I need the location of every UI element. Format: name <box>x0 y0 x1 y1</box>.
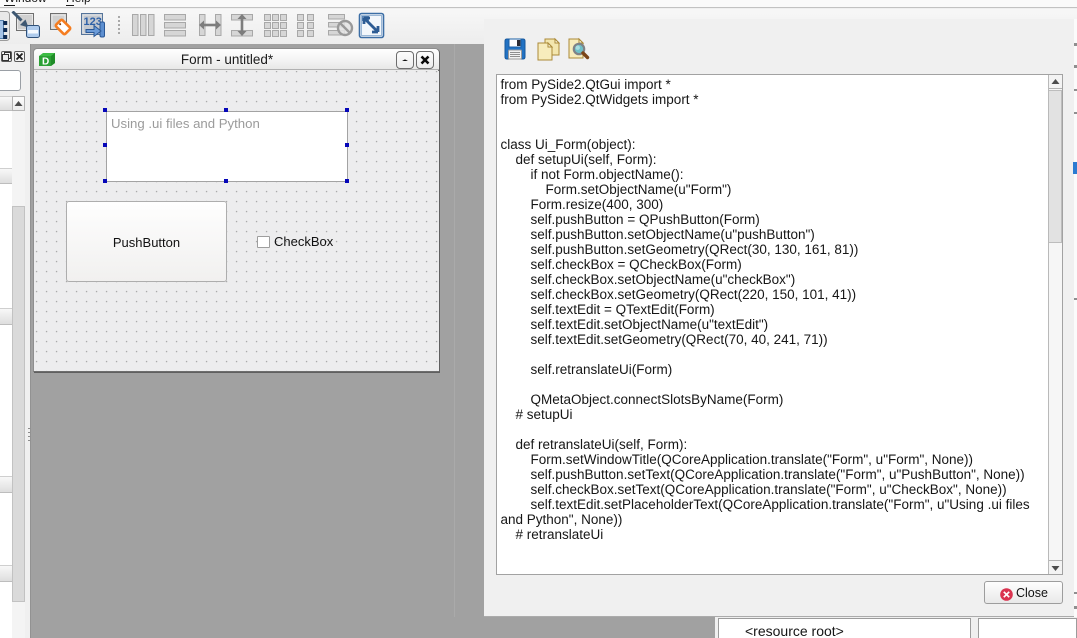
svg-text:123: 123 <box>84 16 102 28</box>
